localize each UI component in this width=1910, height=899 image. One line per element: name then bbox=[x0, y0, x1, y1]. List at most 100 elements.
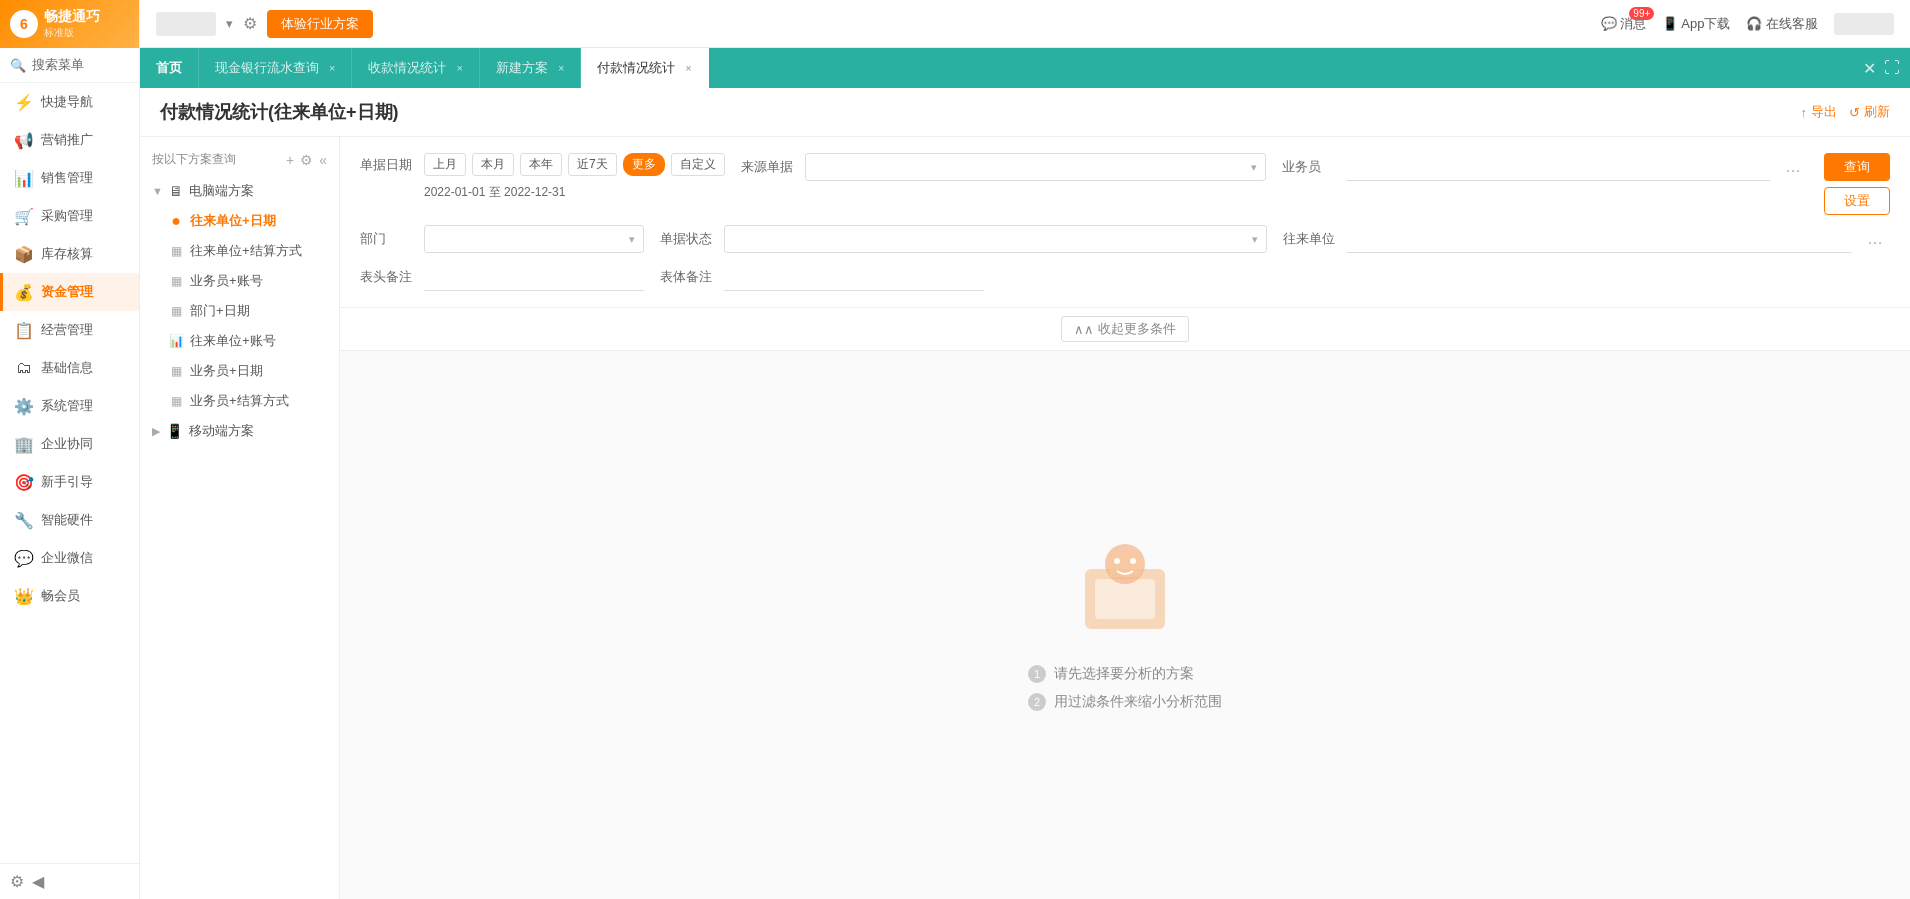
dept-select[interactable]: ▾ bbox=[424, 225, 644, 253]
staff-more-icon[interactable]: … bbox=[1778, 158, 1808, 176]
dept-filter-group: 部门 ▾ bbox=[360, 225, 644, 253]
sidebar-icon-wechat: 💬 bbox=[15, 549, 33, 567]
head-note-input[interactable] bbox=[424, 263, 644, 291]
desktop-section-arrow: ▼ bbox=[152, 185, 163, 197]
sidebar-item-member[interactable]: 👑 畅会员 bbox=[0, 577, 139, 615]
dept-label: 部门 bbox=[360, 230, 416, 248]
sidebar-icon-sales: 📊 bbox=[15, 169, 33, 187]
bank-flow-tab-label: 现金银行流水查询 bbox=[215, 59, 319, 77]
new-plan-tab-close[interactable]: × bbox=[558, 62, 564, 74]
sidebar-item-capital[interactable]: 💰 资金管理 bbox=[0, 273, 139, 311]
date-btn-this-month[interactable]: 本月 bbox=[472, 153, 514, 176]
plan-dept-date[interactable]: ▦ 部门+日期 bbox=[140, 296, 339, 326]
sidebar-item-inventory[interactable]: 📦 库存核算 bbox=[0, 235, 139, 273]
date-btn-this-year[interactable]: 本年 bbox=[520, 153, 562, 176]
collapse-arrow-icon: ∧∧ bbox=[1074, 322, 1094, 337]
sidebar-item-system[interactable]: ⚙️ 系统管理 bbox=[0, 387, 139, 425]
sidebar-icon-marketing: 📢 bbox=[15, 131, 33, 149]
mobile-section-label: 移动端方案 bbox=[189, 422, 254, 440]
header-settings-icon[interactable]: ⚙ bbox=[243, 14, 257, 33]
source-select[interactable]: ▾ bbox=[805, 153, 1267, 181]
sidebar-icon-basic-info: 🗂 bbox=[15, 359, 33, 377]
body-note-input[interactable] bbox=[724, 263, 984, 291]
collapse-sidebar-icon[interactable]: ◀ bbox=[32, 872, 44, 891]
source-select-chevron: ▾ bbox=[1251, 161, 1257, 174]
plan-partner-account[interactable]: 📊 往来单位+账号 bbox=[140, 326, 339, 356]
sidebar-item-basic-info[interactable]: 🗂 基础信息 bbox=[0, 349, 139, 387]
sidebar-item-guide[interactable]: 🎯 新手引导 bbox=[0, 463, 139, 501]
settings-footer-icon[interactable]: ⚙ bbox=[10, 872, 24, 891]
sidebar-item-sales[interactable]: 📊 销售管理 bbox=[0, 159, 139, 197]
sidebar-item-operation[interactable]: 📋 经营管理 bbox=[0, 311, 139, 349]
online-service-btn[interactable]: 🎧 在线客服 bbox=[1746, 15, 1818, 33]
export-icon: ↑ bbox=[1801, 105, 1808, 120]
sidebar-item-quick-nav[interactable]: ⚡ 快捷导航 bbox=[0, 83, 139, 121]
tab-home[interactable]: 首页 bbox=[140, 48, 199, 88]
refresh-btn[interactable]: ↺ 刷新 bbox=[1849, 103, 1890, 121]
collapse-plan-icon[interactable]: « bbox=[319, 152, 327, 168]
sidebar-icon-enterprise: 🏢 bbox=[15, 435, 33, 453]
partner-more-icon[interactable]: … bbox=[1860, 230, 1890, 248]
sidebar-item-wechat[interactable]: 💬 企业微信 bbox=[0, 539, 139, 577]
voucher-status-select[interactable]: ▾ bbox=[724, 225, 1267, 253]
user-avatar[interactable] bbox=[1834, 13, 1894, 35]
bank-flow-tab-close[interactable]: × bbox=[329, 62, 335, 74]
tab-new-plan[interactable]: 新建方案 × bbox=[480, 48, 581, 88]
query-btn[interactable]: 查询 bbox=[1824, 153, 1890, 181]
plan-partner-date[interactable]: ● 往来单位+日期 bbox=[140, 206, 339, 236]
staff-label: 业务员 bbox=[1282, 158, 1338, 176]
app-download-label: App下载 bbox=[1681, 16, 1730, 31]
date-btn-last-month[interactable]: 上月 bbox=[424, 153, 466, 176]
sidebar-label-operation: 经营管理 bbox=[41, 321, 93, 339]
mobile-section-header[interactable]: ▶ 📱 移动端方案 bbox=[140, 416, 339, 446]
date-btn-custom[interactable]: 自定义 bbox=[671, 153, 725, 176]
voucher-status-chevron: ▾ bbox=[1252, 233, 1258, 246]
date-btn-last-7days[interactable]: 近7天 bbox=[568, 153, 617, 176]
plan-staff-account[interactable]: ▦ 业务员+账号 bbox=[140, 266, 339, 296]
desktop-section-header[interactable]: ▼ 🖥 电脑端方案 bbox=[140, 176, 339, 206]
step-num-2: 2 bbox=[1028, 693, 1046, 711]
partner-input[interactable] bbox=[1347, 225, 1852, 253]
company-dropdown-icon[interactable]: ▾ bbox=[226, 16, 233, 31]
plan-icon-6: ▦ bbox=[168, 393, 184, 409]
refresh-icon: ↺ bbox=[1849, 105, 1860, 120]
export-btn[interactable]: ↑ 导出 bbox=[1801, 103, 1838, 121]
sidebar-icon-purchase: 🛒 bbox=[15, 207, 33, 225]
expand-tab-btn[interactable]: ⛶ bbox=[1884, 59, 1900, 77]
trial-btn[interactable]: 体验行业方案 bbox=[267, 10, 373, 38]
svg-rect-1 bbox=[1095, 579, 1155, 619]
payment-stats-tab-close[interactable]: × bbox=[685, 62, 691, 74]
date-filter-row: 单据日期 上月 本月 本年 近7天 更多 自定义 bbox=[360, 153, 725, 176]
plan-icon-3: ▦ bbox=[168, 303, 184, 319]
close-tab-btn[interactable]: ✕ bbox=[1863, 59, 1876, 78]
search-menu-item[interactable]: 🔍 搜索菜单 bbox=[0, 48, 139, 83]
staff-input[interactable] bbox=[1346, 153, 1770, 181]
filter-row-2: 部门 ▾ 单据状态 ▾ 往来单位 bbox=[360, 225, 1890, 253]
collapse-more-btn[interactable]: ∧∧ 收起更多条件 bbox=[1061, 316, 1189, 342]
sidebar-item-hardware[interactable]: 🔧 智能硬件 bbox=[0, 501, 139, 539]
dept-chevron: ▾ bbox=[629, 233, 635, 246]
schema-query-label: 按以下方案查询 bbox=[152, 151, 236, 168]
partner-label: 往来单位 bbox=[1283, 230, 1339, 248]
tab-bank-flow[interactable]: 现金银行流水查询 × bbox=[199, 48, 352, 88]
plan-staff-settle[interactable]: ▦ 业务员+结算方式 bbox=[140, 386, 339, 416]
date-btn-more[interactable]: 更多 bbox=[623, 153, 665, 176]
message-badge-container[interactable]: 💬 消息 99+ bbox=[1601, 15, 1647, 33]
sidebar-item-marketing[interactable]: 📢 营销推广 bbox=[0, 121, 139, 159]
plan-partner-settle[interactable]: ▦ 往来单位+结算方式 bbox=[140, 236, 339, 266]
plan-icon-4: 📊 bbox=[168, 333, 184, 349]
tabs-bar: 首页 现金银行流水查询 × 收款情况统计 × 新建方案 × 付款情况统计 × ✕… bbox=[140, 48, 1910, 88]
sidebar-item-enterprise[interactable]: 🏢 企业协同 bbox=[0, 425, 139, 463]
settings-plan-icon[interactable]: ⚙ bbox=[300, 152, 313, 168]
source-label: 来源单据 bbox=[741, 158, 797, 176]
app-download-btn[interactable]: 📱 App下载 bbox=[1662, 15, 1730, 33]
receipt-stats-tab-close[interactable]: × bbox=[456, 62, 462, 74]
add-plan-icon[interactable]: + bbox=[286, 152, 294, 168]
tab-receipt-stats[interactable]: 收款情况统计 × bbox=[352, 48, 479, 88]
sidebar-item-purchase[interactable]: 🛒 采购管理 bbox=[0, 197, 139, 235]
sidebar-label-enterprise: 企业协同 bbox=[41, 435, 93, 453]
settings-btn[interactable]: 设置 bbox=[1824, 187, 1890, 215]
collapse-row: ∧∧ 收起更多条件 bbox=[340, 308, 1910, 351]
tab-payment-stats[interactable]: 付款情况统计 × bbox=[581, 48, 708, 88]
plan-staff-date[interactable]: ▦ 业务员+日期 bbox=[140, 356, 339, 386]
